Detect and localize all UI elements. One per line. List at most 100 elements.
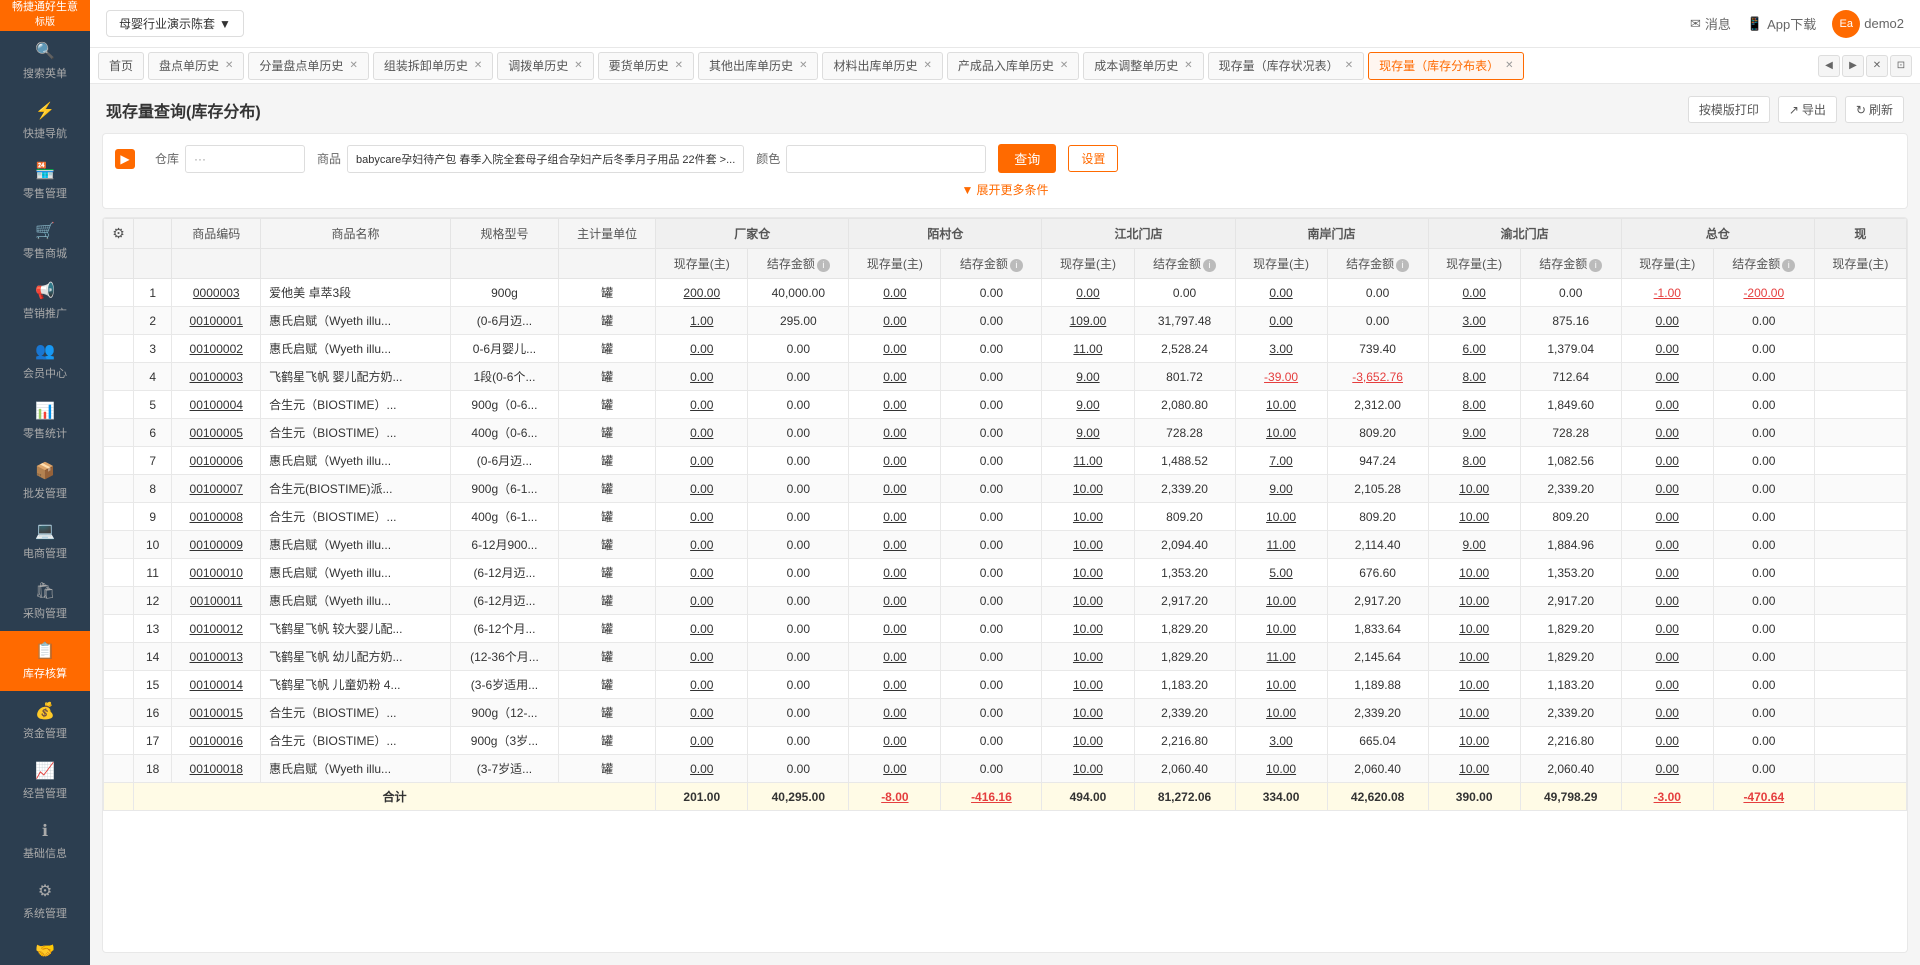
- cell-c3qty-12[interactable]: 10.00: [1042, 615, 1134, 643]
- cell-c2qty-8[interactable]: 0.00: [849, 503, 941, 531]
- goods-input[interactable]: babycare孕妇待产包 春季入院全套母子组合孕妇产后冬季月子用品 22件套 …: [347, 145, 744, 173]
- nav-tab-1[interactable]: 盘点单历史✕: [148, 52, 244, 80]
- cell-c3qty-13[interactable]: 10.00: [1042, 643, 1134, 671]
- sidebar-logo[interactable]: 畅捷通好生意标版: [0, 0, 90, 31]
- cell-c5qty-1[interactable]: 3.00: [1428, 307, 1520, 335]
- sidebar-item-11[interactable]: 💰资金管理: [0, 691, 90, 751]
- cell-tqty-4[interactable]: 0.00: [1621, 391, 1713, 419]
- export-btn[interactable]: ↗ 导出: [1778, 96, 1837, 123]
- cell-c5qty-0[interactable]: 0.00: [1428, 279, 1520, 307]
- nav-tab-6[interactable]: 其他出库单历史✕: [698, 52, 818, 80]
- sidebar-item-15[interactable]: 🤝企业协同: [0, 931, 90, 965]
- info-icon-t[interactable]: i: [1782, 259, 1795, 272]
- nav-tab-7[interactable]: 材料出库单历史✕: [822, 52, 942, 80]
- sidebar-item-10[interactable]: 📋库存核算: [0, 631, 90, 691]
- cell-c1qty-5[interactable]: 0.00: [656, 419, 748, 447]
- cell-c1qty-11[interactable]: 0.00: [656, 587, 748, 615]
- cell-c3qty-16[interactable]: 10.00: [1042, 727, 1134, 755]
- cell-c4qty-17[interactable]: 10.00: [1235, 755, 1327, 783]
- cell-c1qty-1[interactable]: 1.00: [656, 307, 748, 335]
- refresh-btn[interactable]: ↻ 刷新: [1845, 96, 1904, 123]
- cell-tqty-7[interactable]: 0.00: [1621, 475, 1713, 503]
- cell-tqty-2[interactable]: 0.00: [1621, 335, 1713, 363]
- cell-c2qty-0[interactable]: 0.00: [849, 279, 941, 307]
- cell-c2qty-3[interactable]: 0.00: [849, 363, 941, 391]
- cell-code-0[interactable]: 0000003: [172, 279, 261, 307]
- message-btn[interactable]: ✉ 消息: [1690, 14, 1731, 33]
- cell-c2qty-5[interactable]: 0.00: [849, 419, 941, 447]
- cell-c2qty-4[interactable]: 0.00: [849, 391, 941, 419]
- nav-tab-close-7[interactable]: ✕: [923, 60, 931, 71]
- nav-tab-close-2[interactable]: ✕: [349, 60, 357, 71]
- nav-tab-2[interactable]: 分量盘点单历史✕: [248, 52, 368, 80]
- cell-code-17[interactable]: 00100018: [172, 755, 261, 783]
- cell-code-10[interactable]: 00100010: [172, 559, 261, 587]
- cell-c5qty-15[interactable]: 10.00: [1428, 699, 1520, 727]
- cell-c3qty-5[interactable]: 9.00: [1042, 419, 1134, 447]
- nav-tab-3[interactable]: 组装拆卸单历史✕: [373, 52, 493, 80]
- cell-c2qty-6[interactable]: 0.00: [849, 447, 941, 475]
- cell-tqty-17[interactable]: 0.00: [1621, 755, 1713, 783]
- cell-c4qty-14[interactable]: 10.00: [1235, 671, 1327, 699]
- nav-tab-close-1[interactable]: ✕: [225, 60, 233, 71]
- sidebar-item-5[interactable]: 👥会员中心: [0, 331, 90, 391]
- cell-code-3[interactable]: 00100003: [172, 363, 261, 391]
- nav-tab-close-8[interactable]: ✕: [1060, 60, 1068, 71]
- cell-c1qty-7[interactable]: 0.00: [656, 475, 748, 503]
- cell-c3qty-0[interactable]: 0.00: [1042, 279, 1134, 307]
- nav-tab-close-11[interactable]: ✕: [1505, 60, 1513, 71]
- nav-tab-close-9[interactable]: ✕: [1184, 60, 1192, 71]
- cell-c4qty-8[interactable]: 10.00: [1235, 503, 1327, 531]
- cell-c3qty-6[interactable]: 11.00: [1042, 447, 1134, 475]
- info-icon-c1[interactable]: i: [817, 259, 830, 272]
- cell-c1qty-0[interactable]: 200.00: [656, 279, 748, 307]
- cell-code-5[interactable]: 00100005: [172, 419, 261, 447]
- cell-c4qty-9[interactable]: 11.00: [1235, 531, 1327, 559]
- cell-c4qty-5[interactable]: 10.00: [1235, 419, 1327, 447]
- cell-c4qty-4[interactable]: 10.00: [1235, 391, 1327, 419]
- cell-c5qty-11[interactable]: 10.00: [1428, 587, 1520, 615]
- cell-code-15[interactable]: 00100015: [172, 699, 261, 727]
- expand-conditions-btn[interactable]: ▼ 展开更多条件: [962, 181, 1049, 198]
- cell-c3qty-17[interactable]: 10.00: [1042, 755, 1134, 783]
- cell-c1qty-12[interactable]: 0.00: [656, 615, 748, 643]
- cell-code-4[interactable]: 00100004: [172, 391, 261, 419]
- cell-c2qty-14[interactable]: 0.00: [849, 671, 941, 699]
- cell-c3qty-15[interactable]: 10.00: [1042, 699, 1134, 727]
- nav-tab-11[interactable]: 现存量（库存分布表）✕: [1368, 52, 1524, 80]
- cell-c4qty-16[interactable]: 3.00: [1235, 727, 1327, 755]
- cell-c4qty-7[interactable]: 9.00: [1235, 475, 1327, 503]
- cell-tqty-15[interactable]: 0.00: [1621, 699, 1713, 727]
- nav-close-btn[interactable]: ✕: [1866, 55, 1888, 77]
- cell-c4qty-15[interactable]: 10.00: [1235, 699, 1327, 727]
- cell-c5qty-12[interactable]: 10.00: [1428, 615, 1520, 643]
- cell-c4qty-2[interactable]: 3.00: [1235, 335, 1327, 363]
- sidebar-item-14[interactable]: ⚙系统管理: [0, 871, 90, 931]
- cell-c2qty-12[interactable]: 0.00: [849, 615, 941, 643]
- cell-c3qty-7[interactable]: 10.00: [1042, 475, 1134, 503]
- cell-c1qty-13[interactable]: 0.00: [656, 643, 748, 671]
- nav-tab-4[interactable]: 调拨单历史✕: [497, 52, 593, 80]
- nav-tab-close-4[interactable]: ✕: [574, 60, 582, 71]
- nav-next-btn[interactable]: ▶: [1842, 55, 1864, 77]
- sidebar-item-2[interactable]: 🏪零售管理: [0, 151, 90, 211]
- cell-tqty-9[interactable]: 0.00: [1621, 531, 1713, 559]
- nav-tab-10[interactable]: 现存量（库存状况表）✕: [1208, 52, 1364, 80]
- cell-c5qty-2[interactable]: 6.00: [1428, 335, 1520, 363]
- cell-tqty-11[interactable]: 0.00: [1621, 587, 1713, 615]
- cell-code-1[interactable]: 00100001: [172, 307, 261, 335]
- cell-c4qty-12[interactable]: 10.00: [1235, 615, 1327, 643]
- nav-tab-8[interactable]: 产成品入库单历史✕: [947, 52, 1079, 80]
- cell-c2qty-17[interactable]: 0.00: [849, 755, 941, 783]
- cell-c4qty-11[interactable]: 10.00: [1235, 587, 1327, 615]
- cell-c1qty-16[interactable]: 0.00: [656, 727, 748, 755]
- sidebar-item-3[interactable]: 🛒零售商城: [0, 211, 90, 271]
- cell-c3qty-8[interactable]: 10.00: [1042, 503, 1134, 531]
- warehouse-input[interactable]: ···: [185, 145, 305, 173]
- cell-c1qty-10[interactable]: 0.00: [656, 559, 748, 587]
- nav-prev-btn[interactable]: ◀: [1818, 55, 1840, 77]
- cell-c4qty-13[interactable]: 11.00: [1235, 643, 1327, 671]
- cell-c5qty-8[interactable]: 10.00: [1428, 503, 1520, 531]
- nav-tab-0[interactable]: 首页: [98, 52, 144, 80]
- color-input[interactable]: [786, 145, 986, 173]
